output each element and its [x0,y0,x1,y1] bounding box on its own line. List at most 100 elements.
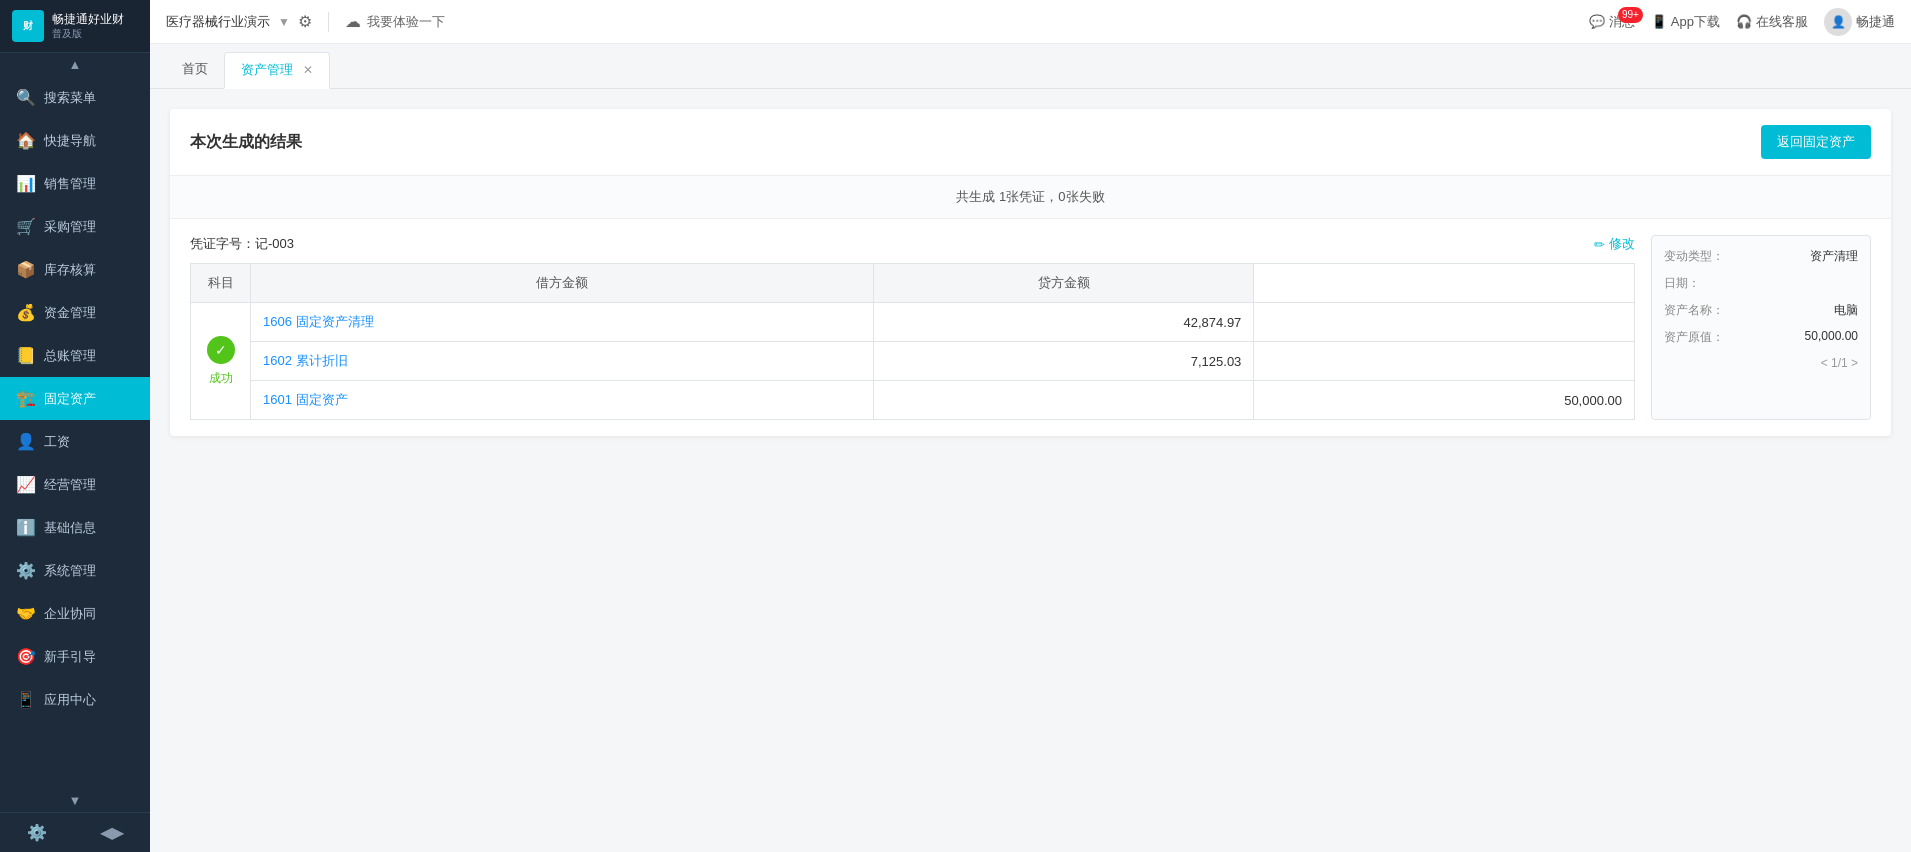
sidebar: 财 畅捷通好业财 普及版 ▲ 🔍 搜索菜单 🏠 快捷导航 📊 销售管理 🛒 采购… [0,0,150,852]
voucher-main: 凭证字号：记-003 ✏ 修改 科目 借方金额 贷方金额 [190,235,1635,420]
date-row: 日期： [1664,275,1858,292]
sidebar-scroll-up[interactable]: ▲ [0,53,150,76]
settings-btn[interactable]: ⚙️ [27,823,47,842]
edit-button[interactable]: ✏ 修改 [1594,235,1635,253]
sidebar-item-label: 销售管理 [44,175,96,193]
sidebar-item-app-center[interactable]: 📱 应用中心 [0,678,150,721]
book-icon: 📒 [16,346,34,365]
sidebar-item-sales[interactable]: 📊 销售管理 [0,162,150,205]
sidebar-nav: 🔍 搜索菜单 🏠 快捷导航 📊 销售管理 🛒 采购管理 📦 库存核算 💰 资金管… [0,76,150,789]
sidebar-item-label: 搜索菜单 [44,89,96,107]
tabbar: 首页 资产管理 ✕ [150,44,1911,89]
side-info-panel: 变动类型： 资产清理 日期： 资产名称： 电脑 资产原值： 50,000.00 [1651,235,1871,420]
original-value-key: 资产原值： [1664,329,1724,346]
message-icon: 💬 [1589,14,1605,29]
date-key: 日期： [1664,275,1700,292]
user-icon: 👤 [16,432,34,451]
tab-close-icon[interactable]: ✕ [303,63,313,77]
chevron-down-icon[interactable]: ▼ [278,15,290,29]
sidebar-item-payroll[interactable]: 👤 工资 [0,420,150,463]
table-row: ✓ 成功 1606 固定资产清理 42,874.97 [191,303,1635,342]
change-type-key: 变动类型： [1664,248,1724,265]
page-title: 本次生成的结果 [190,132,302,153]
sidebar-item-quick-nav[interactable]: 🏠 快捷导航 [0,119,150,162]
download-icon: 📱 [1651,14,1667,29]
voucher-number: 凭证字号：记-003 [190,235,294,253]
message-btn[interactable]: 💬 消息 99+ [1589,13,1635,31]
sidebar-item-label: 采购管理 [44,218,96,236]
voucher-header-row: 凭证字号：记-003 ✏ 修改 [190,235,1635,253]
avatar: 👤 [1824,8,1852,36]
voucher-section: 凭证字号：记-003 ✏ 修改 科目 借方金额 贷方金额 [170,219,1891,436]
table-row: 1601 固定资产 50,000.00 [191,381,1635,420]
sidebar-item-finance[interactable]: 💰 资金管理 [0,291,150,334]
sidebar-item-operations[interactable]: 📈 经营管理 [0,463,150,506]
money-icon: 💰 [16,303,34,322]
logo-icon: 财 [12,10,44,42]
info-icon: ℹ️ [16,518,34,537]
online-service-btn[interactable]: 🎧 在线客服 [1736,13,1808,31]
voucher-table: 科目 借方金额 贷方金额 ✓ 成功 [190,263,1635,420]
sidebar-item-label: 固定资产 [44,390,96,408]
table-row: 1602 累计折旧 7,125.03 [191,342,1635,381]
sidebar-item-label: 经营管理 [44,476,96,494]
sidebar-item-purchase[interactable]: 🛒 采购管理 [0,205,150,248]
demo-btn[interactable]: ☁ 我要体验一下 [345,12,445,31]
box-icon: 📦 [16,260,34,279]
sidebar-item-search[interactable]: 🔍 搜索菜单 [0,76,150,119]
sidebar-footer: ⚙️ ◀▶ [0,812,150,852]
original-value-val: 50,000.00 [1805,329,1858,346]
divider [328,12,329,32]
sidebar-item-label: 应用中心 [44,691,96,709]
sidebar-item-basic-info[interactable]: ℹ️ 基础信息 [0,506,150,549]
trending-icon: 📈 [16,475,34,494]
debit-cell: 7,125.03 [873,342,1254,381]
tab-home[interactable]: 首页 [166,52,224,88]
sidebar-item-label: 工资 [44,433,70,451]
original-value-row: 资产原值： 50,000.00 [1664,329,1858,346]
target-icon: 🎯 [16,647,34,666]
col-account: 科目 [191,264,251,303]
col-credit: 贷方金额 [873,264,1254,303]
page-content: 本次生成的结果 返回固定资产 共生成 1张凭证，0张失败 凭证字号：记-003 … [150,89,1911,852]
account-cell: 1602 累计折旧 [251,342,874,381]
account-cell: 1606 固定资产清理 [251,303,874,342]
sidebar-item-guide[interactable]: 🎯 新手引导 [0,635,150,678]
collapse-btn[interactable]: ◀▶ [100,823,124,842]
pagination[interactable]: < 1/1 > [1664,356,1858,370]
col-debit: 借方金额 [251,264,874,303]
sidebar-scroll-down[interactable]: ▼ [0,789,150,812]
sidebar-item-system[interactable]: ⚙️ 系统管理 [0,549,150,592]
account-cell: 1601 固定资产 [251,381,874,420]
main-content: 医疗器械行业演示 ▼ ⚙ ☁ 我要体验一下 💬 消息 99+ 📱 App下载 🎧… [150,0,1911,852]
sidebar-item-label: 企业协同 [44,605,96,623]
sidebar-item-enterprise[interactable]: 🤝 企业协同 [0,592,150,635]
sidebar-item-fixed-assets[interactable]: 🏗️ 固定资产 [0,377,150,420]
settings-icon[interactable]: ⚙ [298,12,312,31]
return-button[interactable]: 返回固定资产 [1761,125,1871,159]
sidebar-item-label: 快捷导航 [44,132,96,150]
asset-name-row: 资产名称： 电脑 [1664,302,1858,319]
cloud-icon: ☁ [345,12,361,31]
credit-cell: 50,000.00 [1254,381,1635,420]
cart-icon: 🛒 [16,217,34,236]
logo-text: 畅捷通好业财 普及版 [52,11,124,42]
tab-asset-management[interactable]: 资产管理 ✕ [224,52,330,89]
headset-icon: 🎧 [1736,14,1752,29]
sidebar-item-label: 系统管理 [44,562,96,580]
credit-cell [1254,303,1635,342]
sidebar-item-label: 库存核算 [44,261,96,279]
sidebar-item-ledger[interactable]: 📒 总账管理 [0,334,150,377]
sidebar-logo: 财 畅捷通好业财 普及版 [0,0,150,53]
summary-text: 共生成 1张凭证，0张失败 [170,175,1891,219]
building-icon: 🏗️ [16,389,34,408]
user-btn[interactable]: 👤 畅捷通 [1824,8,1895,36]
table-header-row: 科目 借方金额 贷方金额 [191,264,1635,303]
message-badge: 99+ [1618,7,1643,23]
asset-name-val: 电脑 [1834,302,1858,319]
sidebar-item-label: 基础信息 [44,519,96,537]
sidebar-item-inventory[interactable]: 📦 库存核算 [0,248,150,291]
gear-icon: ⚙️ [16,561,34,580]
app-icon: 📱 [16,690,34,709]
app-download-btn[interactable]: 📱 App下载 [1651,13,1720,31]
